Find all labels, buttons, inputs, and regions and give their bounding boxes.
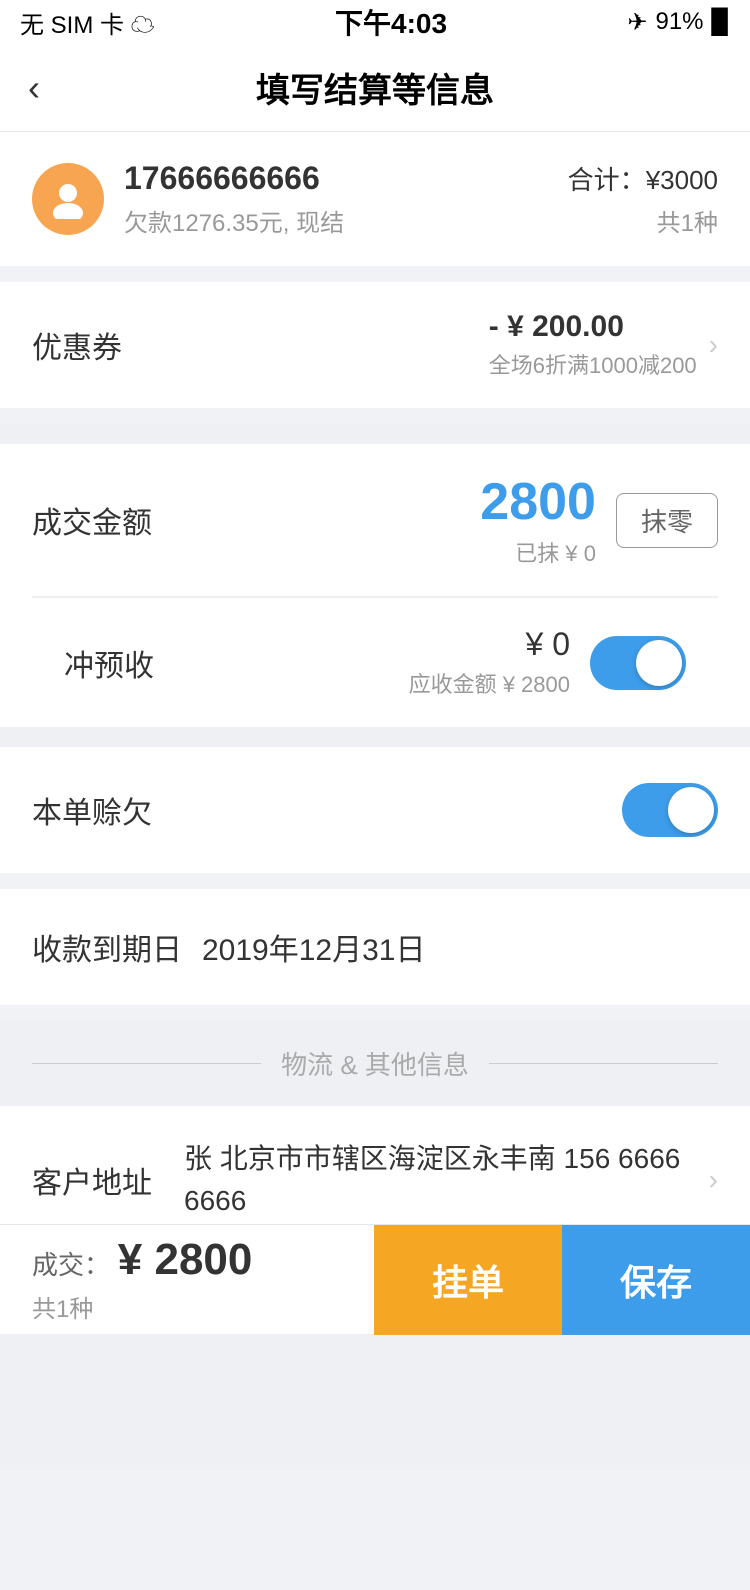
section-divider-2 xyxy=(0,727,750,747)
toggle-knob xyxy=(636,640,682,686)
due-date-row: 收款到期日 2019年12月31日 xyxy=(0,889,750,1005)
status-bar: 无 SIM 卡 ☁ 下午4:03 ✈ 91% ▉ xyxy=(0,0,750,44)
pre-collect-sub: 应收金额 ¥ 2800 xyxy=(409,667,570,699)
battery-status: 91% xyxy=(655,8,703,36)
status-left: 无 SIM 卡 ☁ xyxy=(20,5,155,40)
status-right: ✈ 91% ▉ xyxy=(627,8,730,37)
nav-bar: ‹ 填写结算等信息 xyxy=(0,44,750,132)
divider-line-left xyxy=(32,1063,261,1064)
location-icon: ✈ xyxy=(627,8,647,37)
address-label: 客户地址 xyxy=(32,1158,152,1202)
debt-row: 本单赊欠 xyxy=(0,747,750,873)
deal-amount-value: 2800 xyxy=(480,472,596,532)
customer-left: 17666666666 欠款1276.35元, 现结 xyxy=(32,160,344,238)
deal-amount-sub: 已抹 ¥ 0 xyxy=(480,536,596,568)
content-area: 17666666666 欠款1276.35元, 现结 合计：¥3000 共1种 … xyxy=(0,132,750,1590)
pre-collect-amount: ¥ 0 应收金额 ¥ 2800 xyxy=(409,626,570,699)
back-button[interactable]: ‹ xyxy=(28,67,40,109)
avatar xyxy=(32,163,104,235)
customer-count: 共1种 xyxy=(568,203,718,238)
save-button[interactable]: 保存 xyxy=(562,1225,750,1335)
battery-icon: ▉ xyxy=(712,8,730,37)
coupon-discount: - ¥ 200.00 xyxy=(489,310,697,344)
section-divider-1 xyxy=(0,424,750,444)
divider-line-right xyxy=(489,1063,718,1064)
pre-collect-value: ¥ 0 xyxy=(409,626,570,663)
bottom-deal-amount: ¥ 2800 xyxy=(118,1235,253,1284)
address-arrow-icon: › xyxy=(709,1164,718,1196)
sim-status: 无 SIM 卡 ☁ xyxy=(20,5,155,40)
pre-collect-toggle[interactable] xyxy=(590,636,686,690)
customer-phone: 17666666666 xyxy=(124,160,344,197)
pre-collect-row: 冲预收 ¥ 0 应收金额 ¥ 2800 xyxy=(32,597,718,727)
hang-order-button[interactable]: 挂单 xyxy=(374,1225,562,1335)
deal-amount-right: 2800 已抹 ¥ 0 抹零 xyxy=(480,472,718,568)
debt-toggle[interactable] xyxy=(622,783,718,837)
bottom-bar: 成交： ¥ 2800 共1种 挂单 保存 xyxy=(0,1224,750,1334)
coupon-desc: 全场6折满1000减200 xyxy=(489,348,697,380)
customer-sub-text: 欠款1276.35元, 现结 xyxy=(124,203,344,238)
debt-toggle-knob xyxy=(668,787,714,833)
pre-collect-label: 冲预收 xyxy=(64,641,154,685)
coupon-arrow-icon: › xyxy=(709,329,718,361)
coupon-row[interactable]: 优惠券 - ¥ 200.00 全场6折满1000减200 › xyxy=(0,282,750,408)
logistics-label: 物流 & 其他信息 xyxy=(281,1045,469,1082)
customer-total: 合计：¥3000 共1种 xyxy=(568,160,718,238)
due-date-label: 收款到期日 xyxy=(32,925,182,969)
coupon-right: - ¥ 200.00 全场6折满1000减200 › xyxy=(489,310,718,380)
bottom-count: 共1种 xyxy=(32,1289,342,1324)
customer-total-label: 合计：¥3000 xyxy=(568,160,718,197)
due-date-value: 2019年12月31日 xyxy=(202,925,425,969)
debt-label: 本单赊欠 xyxy=(32,788,152,832)
page-title: 填写结算等信息 xyxy=(256,63,494,112)
address-value: 张 北京市市辖区海淀区永丰南 156 6666 6666 xyxy=(184,1138,697,1222)
deal-amount-label: 成交金额 xyxy=(32,498,152,542)
status-time: 下午4:03 xyxy=(335,2,447,42)
bottom-deal-label: 成交： xyxy=(32,1250,110,1280)
logistics-divider: 物流 & 其他信息 xyxy=(0,1021,750,1106)
customer-details: 17666666666 欠款1276.35元, 现结 xyxy=(124,160,344,238)
customer-info-card: 17666666666 欠款1276.35元, 现结 合计：¥3000 共1种 xyxy=(0,132,750,266)
bottom-deal-row: 成交： ¥ 2800 xyxy=(32,1235,342,1285)
pre-collect-right: ¥ 0 应收金额 ¥ 2800 xyxy=(409,626,686,699)
bottom-info: 成交： ¥ 2800 共1种 xyxy=(0,1235,374,1324)
deal-amount-section: 成交金额 2800 已抹 ¥ 0 抹零 冲预收 ¥ 0 应收金额 ¥ 2800 xyxy=(0,444,750,727)
round-zero-button[interactable]: 抹零 xyxy=(616,493,718,548)
coupon-label: 优惠券 xyxy=(32,323,122,367)
deal-amount-row: 成交金额 2800 已抹 ¥ 0 抹零 xyxy=(32,444,718,597)
